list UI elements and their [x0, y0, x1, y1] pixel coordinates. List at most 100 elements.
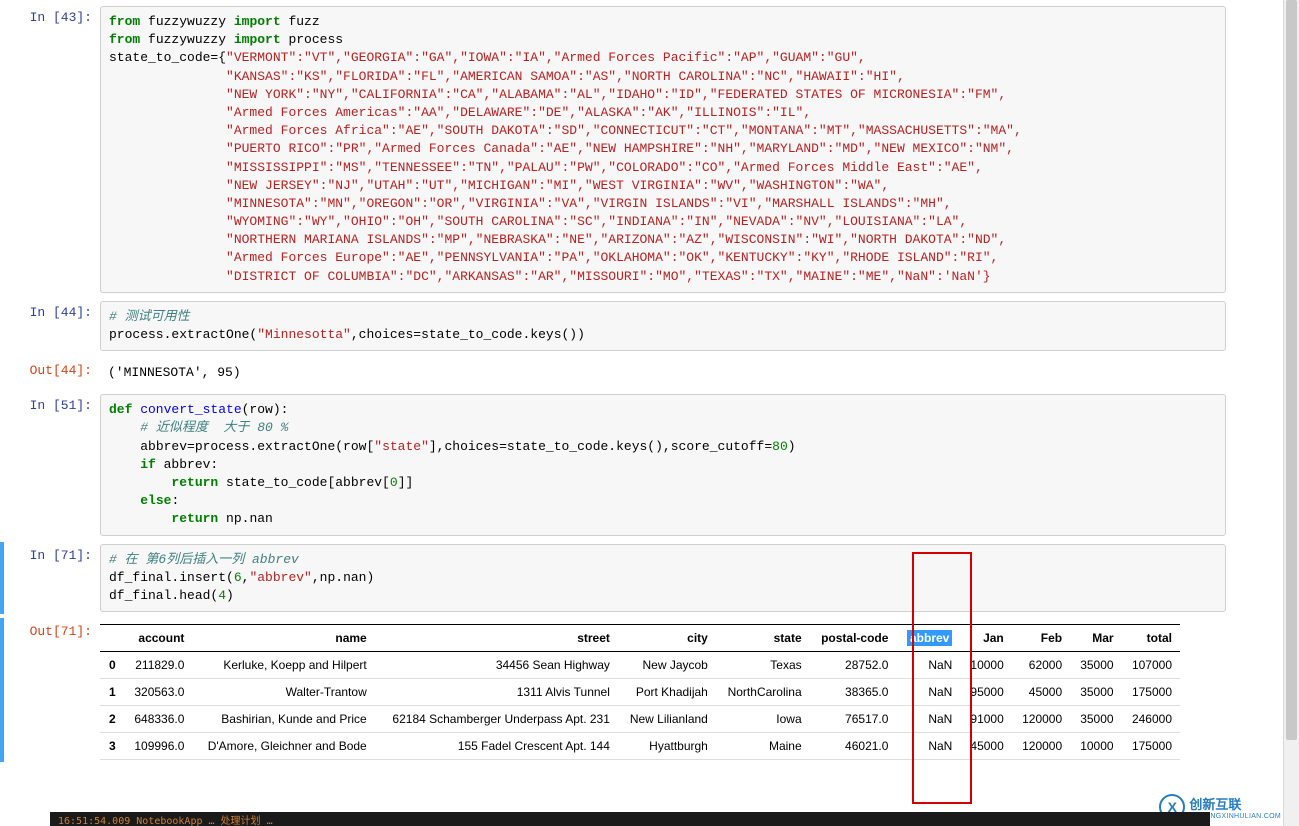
table-cell: Bashirian, Kunde and Price: [192, 706, 374, 733]
table-cell: NaN: [896, 679, 960, 706]
kw: from: [109, 14, 140, 29]
table-cell: 95000: [960, 679, 1011, 706]
table-cell: 155 Fadel Crescent Apt. 144: [375, 733, 618, 760]
prompt-in-43: In [43]:: [6, 6, 100, 293]
watermark-text: 创新互联: [1189, 794, 1281, 813]
code-input-43[interactable]: from fuzzywuzzy import fuzz from fuzzywu…: [100, 6, 1226, 293]
dict-line: "NORTHERN MARIANA ISLANDS":"MP","NEBRASK…: [226, 232, 1006, 247]
table-cell: Texas: [716, 652, 810, 679]
table-cell: Iowa: [716, 706, 810, 733]
table-cell: 320563.0: [124, 679, 193, 706]
table-cell: 3: [100, 733, 124, 760]
table-cell: 246000: [1122, 706, 1180, 733]
table-cell: 175000: [1122, 679, 1180, 706]
table-row: 2648336.0Bashirian, Kunde and Price62184…: [100, 706, 1180, 733]
dict-line: "Armed Forces Americas":"AA","DELAWARE":…: [226, 105, 811, 120]
table-cell: Kerluke, Koepp and Hilpert: [192, 652, 374, 679]
table-header-row: account name street city state postal-co…: [100, 625, 1180, 652]
table-cell: 35000: [1070, 706, 1121, 733]
table-cell: 45000: [960, 733, 1011, 760]
table-row: 1320563.0Walter-Trantow1311 Alvis Tunnel…: [100, 679, 1180, 706]
table-cell: NaN: [896, 706, 960, 733]
vertical-scrollbar[interactable]: [1283, 0, 1299, 826]
th-abbrev: abbrev: [896, 625, 960, 652]
dict-line: "NEW YORK":"NY","CALIFORNIA":"CA","ALABA…: [226, 87, 1006, 102]
dict-line: "WYOMING":"WY","OHIO":"OH","SOUTH CAROLI…: [226, 214, 967, 229]
table-cell: 35000: [1070, 679, 1121, 706]
table-cell: 10000: [1070, 733, 1121, 760]
cell-43: In [43]: from fuzzywuzzy import fuzz fro…: [0, 4, 1232, 295]
terminal-bar: 16:51:54.009 NotebookApp … 处理计划 …: [50, 812, 1210, 826]
dict-line: "KANSAS":"KS","FLORIDA":"FL","AMERICAN S…: [226, 69, 905, 84]
cell-44-out: Out[44]: ('MINNESOTA', 95): [0, 357, 1232, 388]
dict-line: "NEW JERSEY":"NJ","UTAH":"UT","MICHIGAN"…: [226, 178, 889, 193]
dict-line: "Armed Forces Europe":"AE","PENNSYLVANIA…: [226, 250, 998, 265]
table-cell: 1: [100, 679, 124, 706]
code-input-44[interactable]: # 测试可用性 process.extractOne("Minnesotta",…: [100, 301, 1226, 351]
table-cell: 34456 Sean Highway: [375, 652, 618, 679]
table-row: 3109996.0D'Amore, Gleichner and Bode155 …: [100, 733, 1180, 760]
table-cell: 38365.0: [810, 679, 897, 706]
notebook: In [43]: from fuzzywuzzy import fuzz fro…: [0, 0, 1232, 762]
table-cell: 46021.0: [810, 733, 897, 760]
dict-line: "Armed Forces Africa":"AE","SOUTH DAKOTA…: [226, 123, 1022, 138]
table-cell: 175000: [1122, 733, 1180, 760]
table-row: 0211829.0Kerluke, Koepp and Hilpert34456…: [100, 652, 1180, 679]
th-jan: Jan: [960, 625, 1011, 652]
table-cell: 62184 Schamberger Underpass Apt. 231: [375, 706, 618, 733]
th-state: state: [716, 625, 810, 652]
table-cell: 120000: [1012, 733, 1070, 760]
scrollbar-thumb[interactable]: [1286, 0, 1297, 740]
table-cell: Walter-Trantow: [192, 679, 374, 706]
output-44: ('MINNESOTA', 95): [100, 359, 1226, 386]
table-cell: 109996.0: [124, 733, 193, 760]
th-city: city: [618, 625, 716, 652]
table-cell: 648336.0: [124, 706, 193, 733]
table-cell: 45000: [1012, 679, 1070, 706]
prompt-out-44: Out[44]:: [6, 359, 100, 386]
table-cell: Maine: [716, 733, 810, 760]
cell-44: In [44]: # 测试可用性 process.extractOne("Min…: [0, 299, 1232, 353]
output-71: account name street city state postal-co…: [100, 624, 1226, 760]
th-total: total: [1122, 625, 1180, 652]
table-cell: New Lilianland: [618, 706, 716, 733]
th-name: name: [192, 625, 374, 652]
table-cell: 0: [100, 652, 124, 679]
code-input-71[interactable]: # 在 第6列后插入一列 abbrev df_final.insert(6,"a…: [100, 544, 1226, 613]
prompt-in-71: In [71]:: [6, 544, 100, 613]
table-cell: 62000: [1012, 652, 1070, 679]
th-index: [100, 625, 124, 652]
table-cell: Port Khadijah: [618, 679, 716, 706]
table-cell: D'Amore, Gleichner and Bode: [192, 733, 374, 760]
code-input-51[interactable]: def convert_state(row): # 近似程度 大于 80 % a…: [100, 394, 1226, 535]
prompt-in-44: In [44]:: [6, 301, 100, 351]
table-cell: 211829.0: [124, 652, 193, 679]
table-cell: 76517.0: [810, 706, 897, 733]
cell-71-out: Out[71]: account name street city state …: [0, 618, 1232, 762]
th-street: street: [375, 625, 618, 652]
prompt-out-71: Out[71]:: [6, 620, 100, 760]
th-mar: Mar: [1070, 625, 1121, 652]
table-cell: NaN: [896, 652, 960, 679]
table-cell: 91000: [960, 706, 1011, 733]
dict-line: "MISSISSIPPI":"MS","TENNESSEE":"TN","PAL…: [226, 160, 983, 175]
table-cell: NorthCarolina: [716, 679, 810, 706]
th-account: account: [124, 625, 193, 652]
table-cell: 1311 Alvis Tunnel: [375, 679, 618, 706]
cell-71: In [71]: # 在 第6列后插入一列 abbrev df_final.in…: [0, 542, 1232, 615]
table-cell: 2: [100, 706, 124, 733]
dict-line: "DISTRICT OF COLUMBIA":"DC","ARKANSAS":"…: [226, 269, 991, 284]
table-cell: New Jaycob: [618, 652, 716, 679]
table-cell: NaN: [896, 733, 960, 760]
table-cell: 28752.0: [810, 652, 897, 679]
table-cell: 120000: [1012, 706, 1070, 733]
table-cell: 35000: [1070, 652, 1121, 679]
dict-line: "VERMONT":"VT","GEORGIA":"GA","IOWA":"IA…: [226, 50, 866, 65]
table-cell: Hyattburgh: [618, 733, 716, 760]
th-feb: Feb: [1012, 625, 1070, 652]
table-cell: 10000: [960, 652, 1011, 679]
prompt-in-51: In [51]:: [6, 394, 100, 535]
th-postal-code: postal-code: [810, 625, 897, 652]
dict-line: "MINNESOTA":"MN","OREGON":"OR","VIRGINIA…: [226, 196, 952, 211]
dict-line: "PUERTO RICO":"PR","Armed Forces Canada"…: [226, 141, 1014, 156]
